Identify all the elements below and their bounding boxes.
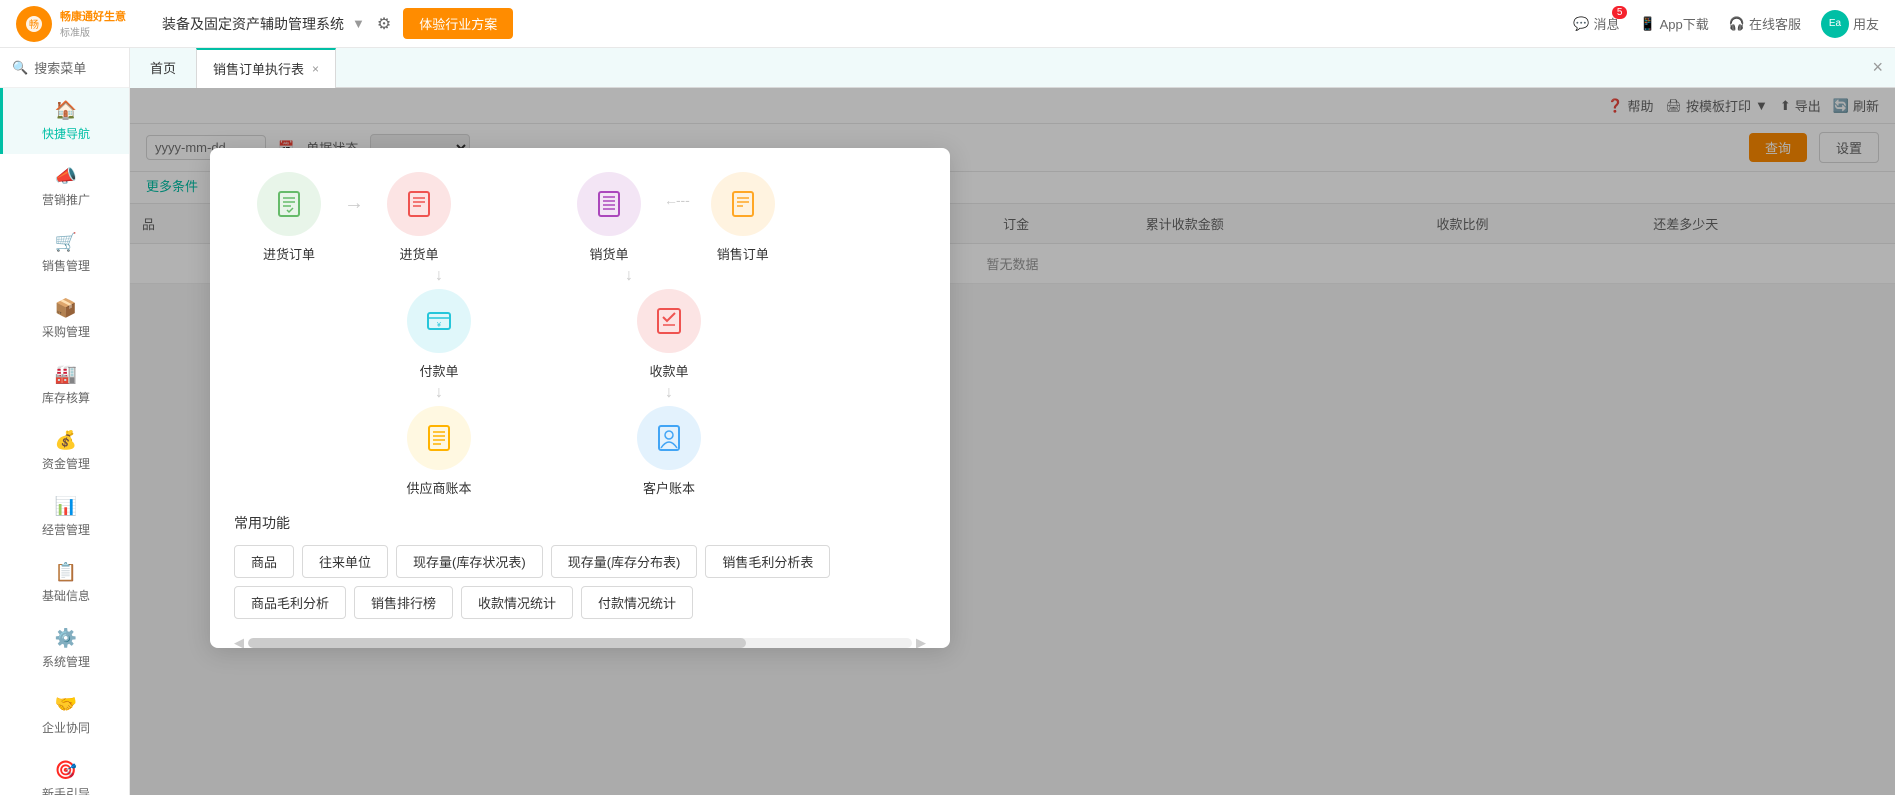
dashed-arrow-1: ←- - - [664, 172, 688, 232]
content-area: 首页 销售订单执行表 × × ❓ 帮助 � [130, 48, 1895, 795]
common-functions: 常用功能 商品 往来单位 现存量(库存状况表) 现存量(库存分布表) 销售毛利分… [234, 513, 926, 619]
search-menu[interactable]: 🔍 搜索菜单 [0, 48, 129, 88]
modal-scroll-area: ◀ ▶ [234, 635, 926, 648]
purchase-order-icon [257, 172, 321, 236]
func-btn-payment-stats[interactable]: 付款情况统计 [581, 586, 693, 619]
common-functions-title: 常用功能 [234, 513, 926, 533]
sales-icon: 🛒 [55, 232, 77, 253]
func-btn-counterparty[interactable]: 往来单位 [302, 545, 388, 578]
avatar: Ea [1821, 10, 1849, 38]
sidebar-item-cooperation[interactable]: 🤝 企业协同 [0, 682, 129, 748]
user-area[interactable]: Ea 用友 [1821, 10, 1879, 38]
scroll-left-arrow[interactable]: ◀ [234, 635, 244, 648]
flow-sales-order: 销售订单 [688, 172, 798, 263]
system-title-area: 装备及固定资产辅助管理系统 ▼ ⚙ [162, 14, 391, 34]
func-btn-product-margin[interactable]: 商品毛利分析 [234, 586, 346, 619]
settings-icon[interactable]: ⚙ [377, 14, 391, 34]
tab-bar: 首页 销售订单执行表 × × [130, 48, 1895, 88]
sales-order-icon [711, 172, 775, 236]
flow-top-row: 进货订单 → 进货单 [234, 172, 926, 263]
func-btn-stock-dist[interactable]: 现存量(库存分布表) [551, 545, 698, 578]
sidebar-item-sales[interactable]: 🛒 销售管理 [0, 220, 129, 286]
flow-purchase-bill: 进货单 [364, 172, 474, 263]
customer-account-icon [637, 406, 701, 470]
sidebar: 🔍 搜索菜单 🏠 快捷导航 📣 营销推广 🛒 销售管理 📦 采购管理 🏭 [0, 48, 130, 795]
inventory-icon: 🏭 [55, 364, 77, 385]
tab-home[interactable]: 首页 [130, 48, 196, 88]
search-icon: 🔍 [12, 60, 28, 76]
func-btn-receipt-stats[interactable]: 收款情况统计 [461, 586, 573, 619]
modal-box: 进货订单 → 进货单 [210, 148, 950, 648]
flow-supplier-account: 供应商账本 [384, 406, 494, 497]
basic-icon: 📋 [55, 562, 77, 583]
tab-sales-order[interactable]: 销售订单执行表 × [196, 48, 336, 88]
purchase-bill-icon [387, 172, 451, 236]
logo-text: 畅康通好生意 标准版 [60, 8, 126, 39]
v-arrows-row1: ↓ ↓ ↓ [234, 267, 926, 285]
function-grid: 商品 往来单位 现存量(库存状况表) 现存量(库存分布表) 销售毛利分析表 商品… [234, 545, 926, 619]
marketing-icon: 📣 [55, 166, 77, 187]
scrollbar-track [248, 638, 912, 648]
flow-payment-bill: ¥ 付款单 [384, 289, 494, 380]
online-service-button[interactable]: 🎧 在线客服 [1729, 14, 1801, 33]
flow-receipt-bill: 收款单 [614, 289, 724, 380]
sidebar-item-system[interactable]: ⚙️ 系统管理 [0, 616, 129, 682]
purchase-icon: 📦 [55, 298, 77, 319]
svg-text:畅: 畅 [29, 18, 39, 31]
func-btn-sales-rank[interactable]: 销售排行榜 [354, 586, 453, 619]
flow-bottom-row: 供应商账本 客户账本 [234, 406, 926, 497]
logo-icon: 畅 [16, 6, 52, 42]
flow-middle-row: ¥ 付款单 收款单 [234, 289, 926, 380]
v-arrow-sales: ↓ [574, 267, 684, 285]
func-btn-stock-status[interactable]: 现存量(库存状况表) [396, 545, 543, 578]
sidebar-item-basic[interactable]: 📋 基础信息 [0, 550, 129, 616]
sales-bill-icon [577, 172, 641, 236]
close-all-tabs[interactable]: × [1872, 57, 1883, 78]
operations-icon: 📊 [55, 496, 77, 517]
scrollbar-thumb [248, 638, 746, 648]
v-arrows-row2: ↓ ↓ [234, 384, 926, 402]
scroll-right-arrow[interactable]: ▶ [916, 635, 926, 648]
v-arrow-purchase: ↓ [384, 267, 494, 285]
service-icon: 🎧 [1729, 16, 1745, 32]
receipt-bill-icon [637, 289, 701, 353]
message-icon: 💬 [1573, 16, 1589, 32]
system-title: 装备及固定资产辅助管理系统 [162, 14, 344, 34]
dropdown-icon[interactable]: ▼ [352, 16, 365, 31]
supplier-account-icon [407, 406, 471, 470]
sidebar-item-inventory[interactable]: 🏭 库存核算 [0, 352, 129, 418]
sidebar-item-quick-nav[interactable]: 🏠 快捷导航 [0, 88, 129, 154]
cooperation-icon: 🤝 [55, 694, 77, 715]
sidebar-item-operations[interactable]: 📊 经营管理 [0, 484, 129, 550]
main-content: ❓ 帮助 🖨 按模板打印 ▼ ⬆ 导出 🔄 [130, 88, 1895, 795]
tab-close-icon[interactable]: × [312, 62, 319, 76]
svg-text:¥: ¥ [437, 322, 441, 329]
func-btn-sales-margin[interactable]: 销售毛利分析表 [705, 545, 830, 578]
top-bar: 畅 畅康通好生意 标准版 装备及固定资产辅助管理系统 ▼ ⚙ 体验行业方案 💬 … [0, 0, 1895, 48]
modal-overlay[interactable]: 进货订单 → 进货单 [130, 88, 1895, 795]
flow-customer-account: 客户账本 [614, 406, 724, 497]
system-icon: ⚙️ [55, 628, 77, 649]
flow-purchase-order: 进货订单 [234, 172, 344, 263]
download-icon: 📱 [1639, 16, 1655, 32]
v-arrow-payment: ↓ [384, 384, 494, 402]
arrow-1: → [344, 172, 364, 239]
home-icon: 🏠 [55, 100, 77, 121]
top-right-area: 💬 消息 5 📱 App下载 🎧 在线客服 Ea 用友 [1573, 10, 1879, 38]
v-arrow-receipt: ↓ [614, 384, 724, 402]
sidebar-item-newbie[interactable]: 🎯 新手引导 [0, 748, 129, 795]
sidebar-item-marketing[interactable]: 📣 营销推广 [0, 154, 129, 220]
message-button[interactable]: 💬 消息 5 [1573, 14, 1619, 33]
app-download-button[interactable]: 📱 App下载 [1639, 14, 1708, 33]
sidebar-item-purchase[interactable]: 📦 采购管理 [0, 286, 129, 352]
trial-button[interactable]: 体验行业方案 [403, 8, 513, 39]
newbie-icon: 🎯 [55, 760, 77, 781]
finance-icon: 💰 [55, 430, 77, 451]
logo-area: 畅 畅康通好生意 标准版 [16, 6, 146, 42]
sidebar-item-finance[interactable]: 💰 资金管理 [0, 418, 129, 484]
func-btn-product[interactable]: 商品 [234, 545, 294, 578]
flow-sales-bill: 销货单 [554, 172, 664, 263]
payment-bill-icon: ¥ [407, 289, 471, 353]
message-badge: 5 [1612, 6, 1628, 19]
